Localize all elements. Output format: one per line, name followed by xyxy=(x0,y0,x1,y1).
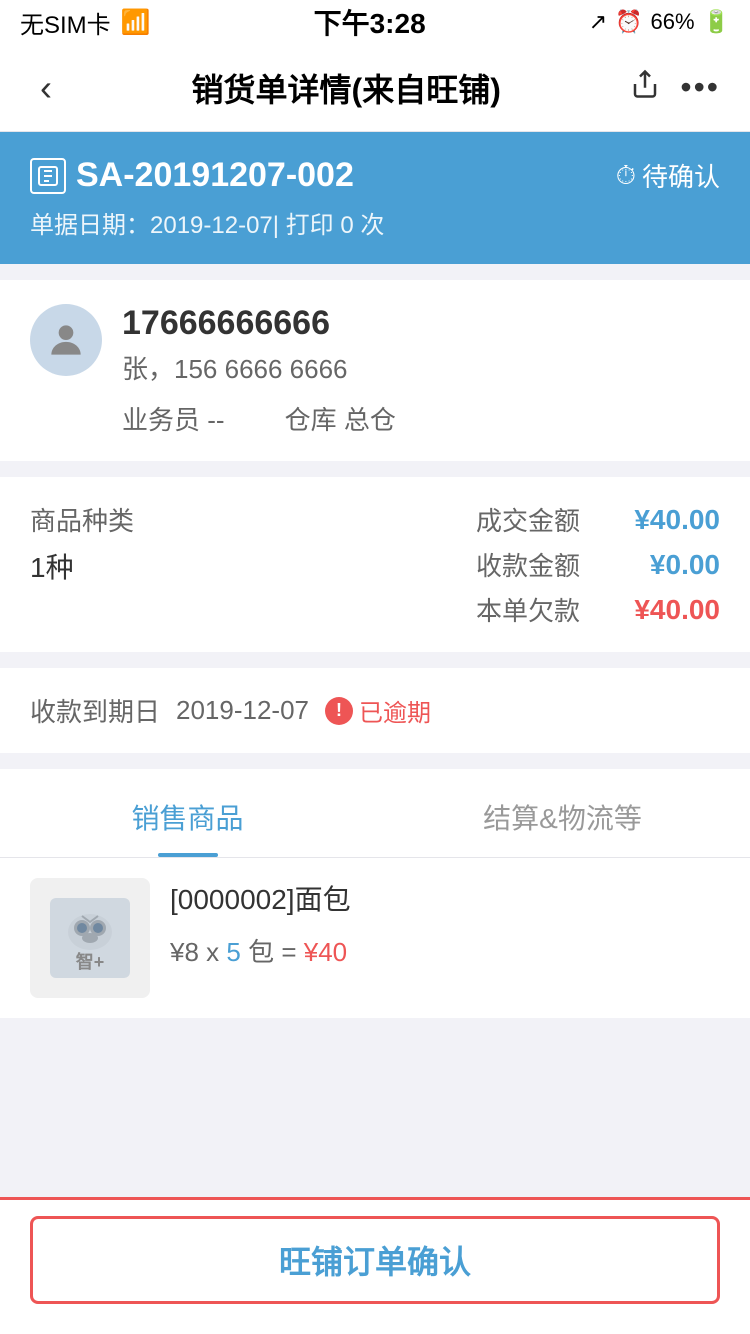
product-item: 智+ [0000002]面包 ¥8 x 5 包 = ¥40 xyxy=(30,878,720,998)
more-button[interactable]: ••• xyxy=(680,69,720,106)
product-total: ¥40 xyxy=(304,937,347,967)
order-status: ⏱ 待确认 xyxy=(616,157,720,194)
bottom-spacer xyxy=(0,1018,750,1158)
carrier-label: 无SIM卡 xyxy=(20,5,111,40)
tab-products[interactable]: 销售商品 xyxy=(0,769,375,857)
product-price: ¥8 x 5 包 = ¥40 xyxy=(170,932,720,969)
product-details: [0000002]面包 ¥8 x 5 包 = ¥40 xyxy=(170,878,720,969)
amount-label: 成交金额 xyxy=(476,501,580,538)
order-header: SA-20191207-002 ⏱ 待确认 单据日期：2019-12-07| 打… xyxy=(0,132,750,264)
customer-card: 17666666666 张，156 6666 6666 业务员 -- 仓库 总仓 xyxy=(0,280,750,461)
order-date: 单据日期：2019-12-07| 打印 0 次 xyxy=(30,205,720,240)
tabs-section: 销售商品 结算&物流等 智+ xyxy=(0,769,750,1018)
received-label: 收款金额 xyxy=(476,546,580,583)
owed-row: 本单欠款 ¥40.00 xyxy=(476,591,720,628)
status-left: 无SIM卡 📶 xyxy=(20,5,151,40)
confirm-button[interactable]: 旺铺订单确认 xyxy=(30,1216,720,1304)
tabs-header: 销售商品 结算&物流等 xyxy=(0,769,750,858)
received-row: 收款金额 ¥0.00 xyxy=(476,546,720,583)
page-title: 销货单详情(来自旺铺) xyxy=(62,65,630,111)
tab-settlement[interactable]: 结算&物流等 xyxy=(375,769,750,857)
due-date-value: 2019-12-07 xyxy=(176,695,309,726)
overdue-icon: ! xyxy=(325,697,353,725)
status-time: 下午3:28 xyxy=(314,2,426,42)
status-right: ↗ ⏰ 66% 🔋 xyxy=(589,9,730,35)
amount-value: ¥40.00 xyxy=(600,504,720,536)
bottom-bar: 旺铺订单确认 xyxy=(0,1197,750,1334)
customer-avatar xyxy=(30,304,102,376)
battery-icon: 🔋 xyxy=(703,9,730,35)
product-list: 智+ [0000002]面包 ¥8 x 5 包 = ¥40 xyxy=(0,858,750,1018)
summary-right: 成交金额 ¥40.00 收款金额 ¥0.00 本单欠款 ¥40.00 xyxy=(476,501,720,628)
due-date-label: 收款到期日 xyxy=(30,692,160,729)
due-section: 收款到期日 2019-12-07 ! 已逾期 xyxy=(0,668,750,753)
customer-info: 17666666666 张，156 6666 6666 业务员 -- 仓库 总仓 xyxy=(122,304,720,437)
back-button[interactable]: ‹ xyxy=(30,57,62,119)
product-type-label: 商品种类 xyxy=(30,501,134,538)
nav-actions: ••• xyxy=(630,69,720,107)
product-name: [0000002]面包 xyxy=(170,878,720,918)
order-icon xyxy=(30,158,66,194)
nav-bar: ‹ 销货单详情(来自旺铺) ••• xyxy=(0,44,750,132)
owed-label: 本单欠款 xyxy=(476,591,580,628)
sales-label: 业务员 -- xyxy=(122,400,225,437)
order-header-top: SA-20191207-002 ⏱ 待确认 xyxy=(30,156,720,195)
clock-icon: ⏱ xyxy=(616,160,636,192)
product-type-value: 1种 xyxy=(30,546,134,586)
overdue-badge: ! 已逾期 xyxy=(325,693,431,728)
summary-section: 商品种类 1种 成交金额 ¥40.00 收款金额 ¥0.00 本单欠款 ¥40.… xyxy=(0,477,750,652)
customer-meta: 业务员 -- 仓库 总仓 xyxy=(122,400,720,437)
summary-left: 商品种类 1种 xyxy=(30,501,134,586)
customer-name: 张，156 6666 6666 xyxy=(122,349,720,386)
alarm-icon: ⏰ xyxy=(615,9,642,35)
customer-phone: 17666666666 xyxy=(122,304,720,343)
order-id: SA-20191207-002 xyxy=(30,156,354,195)
warehouse-label: 仓库 总仓 xyxy=(285,400,396,437)
product-thumbnail: 智+ xyxy=(30,878,150,998)
product-qty: 5 xyxy=(226,937,240,967)
product-thumb-inner: 智+ xyxy=(50,898,130,978)
owed-value: ¥40.00 xyxy=(600,594,720,626)
status-bar: 无SIM卡 📶 下午3:28 ↗ ⏰ 66% 🔋 xyxy=(0,0,750,44)
location-icon: ↗ xyxy=(589,9,607,35)
wifi-icon: 📶 xyxy=(121,8,151,37)
amount-row: 成交金额 ¥40.00 xyxy=(476,501,720,538)
battery-label: 66% xyxy=(651,9,695,35)
customer-section: 17666666666 张，156 6666 6666 业务员 -- 仓库 总仓 xyxy=(30,304,720,437)
overdue-label: 已逾期 xyxy=(359,693,431,728)
share-button[interactable] xyxy=(630,69,660,107)
received-value: ¥0.00 xyxy=(600,549,720,581)
